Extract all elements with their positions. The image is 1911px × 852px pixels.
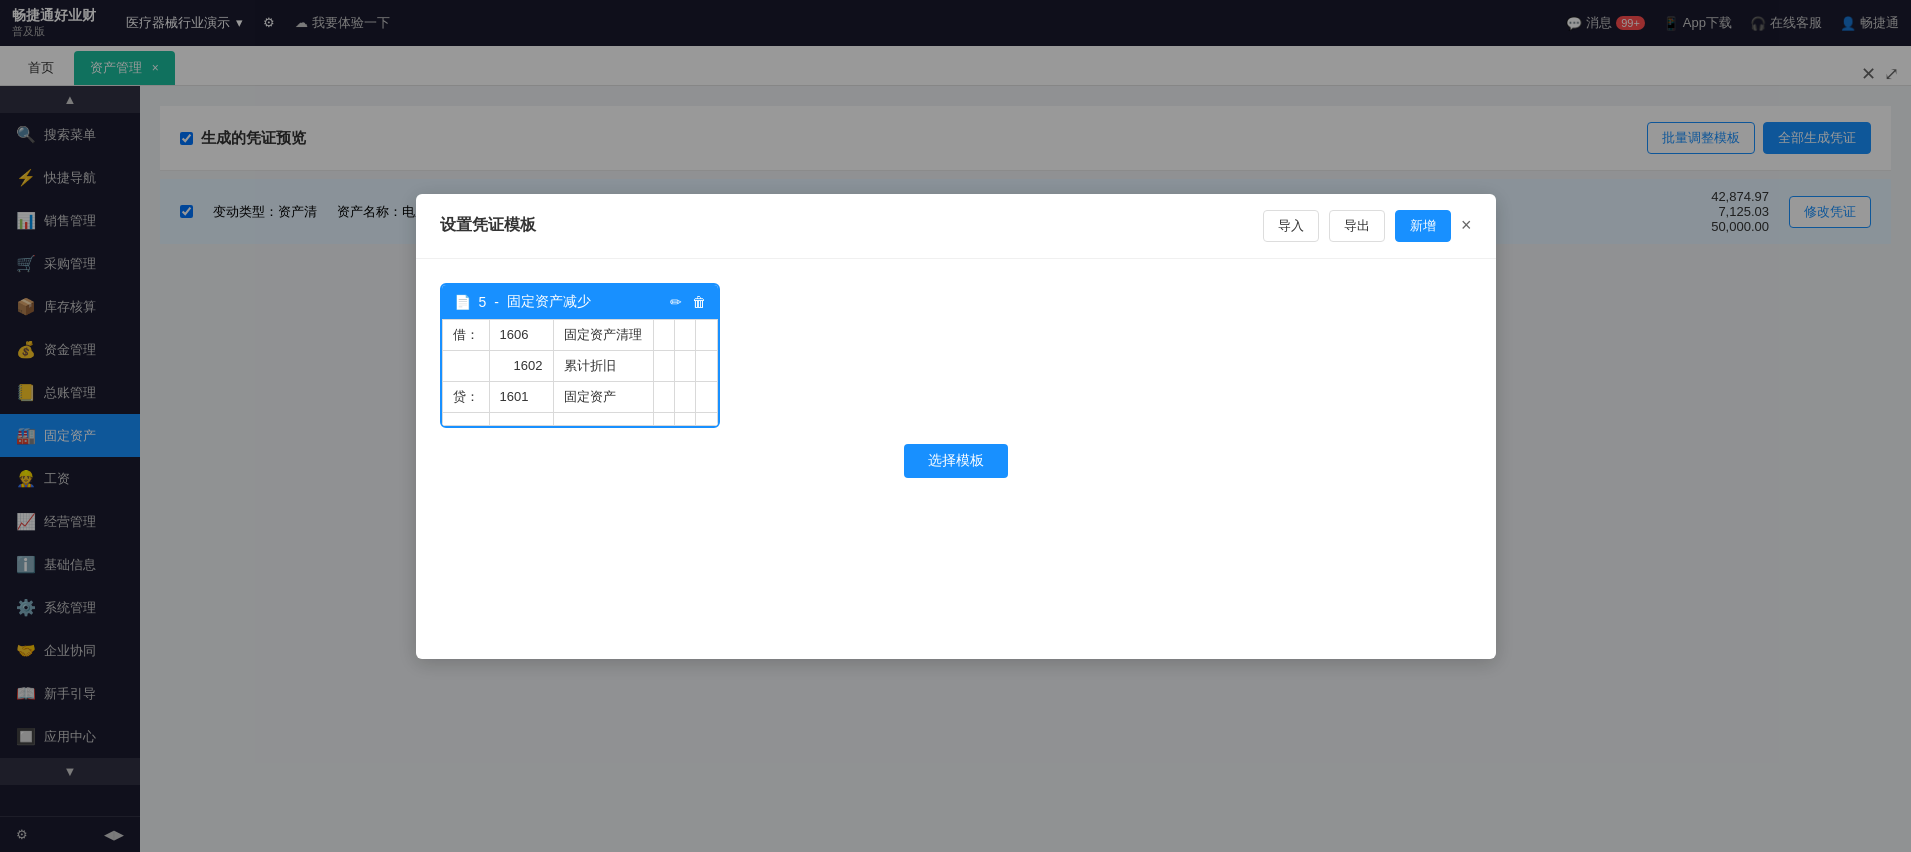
modal-title: 设置凭证模板 [440,215,536,236]
modal-header: 设置凭证模板 导入 导出 新增 × [416,194,1496,259]
template-row-1: 借： 1606 固定资产清理 [442,319,717,350]
export-btn[interactable]: 导出 [1329,210,1385,242]
template-row-3: 贷： 1601 固定资产 [442,381,717,412]
row4-empty4 [653,412,674,425]
template-card-header: 📄 5 - 固定资产减少 ✏ 🗑 [442,285,718,319]
select-template-btn[interactable]: 选择模板 [904,444,1008,478]
row2-empty2 [675,350,696,381]
row1-side: 借： [442,319,489,350]
edit-icon[interactable]: ✏ [670,294,682,310]
template-card: 📄 5 - 固定资产减少 ✏ 🗑 [440,283,720,428]
template-separator: - [494,294,499,310]
new-btn[interactable]: 新增 [1395,210,1451,242]
row3-empty2 [675,381,696,412]
row4-empty2 [489,412,554,425]
template-row-4 [442,412,717,425]
row4-empty1 [442,412,489,425]
row3-side: 贷： [442,381,489,412]
modal-body: 📄 5 - 固定资产减少 ✏ 🗑 [416,259,1496,659]
modal-backdrop: 设置凭证模板 导入 导出 新增 × [140,86,1911,852]
row1-code: 1606 [489,319,554,350]
import-btn[interactable]: 导入 [1263,210,1319,242]
main-layout: ▲ 🔍 搜索菜单 ⚡ 快捷导航 📊 销售管理 🛒 采购管理 📦 库存核算 💰 资… [0,86,1911,852]
row2-empty3 [696,350,717,381]
row3-empty1 [653,381,674,412]
row3-empty3 [696,381,717,412]
content-area: 生成的凭证预览 批量调整模板 全部生成凭证 变动类型：资产清 资产名称：电脑 固… [140,86,1911,852]
row2-side [442,350,489,381]
document-icon: 📄 [454,294,471,310]
template-card-body: 借： 1606 固定资产清理 160 [442,319,718,426]
row4-empty6 [696,412,717,425]
row1-empty2 [675,319,696,350]
modal-header-right: 导入 导出 新增 × [1263,210,1472,242]
template-card-header-actions: ✏ 🗑 [670,294,706,310]
template-table: 借： 1606 固定资产清理 160 [442,319,718,426]
template-id: 5 [479,294,487,310]
template-row-2: 1602 累计折旧 [442,350,717,381]
row3-account: 固定资产 [554,381,654,412]
row2-account: 累计折旧 [554,350,654,381]
row1-empty1 [653,319,674,350]
row1-empty3 [696,319,717,350]
row2-code: 1602 [489,350,554,381]
row4-empty3 [554,412,654,425]
template-card-header-left: 📄 5 - 固定资产减少 [454,293,591,311]
row4-empty5 [675,412,696,425]
template-name: 固定资产减少 [507,293,591,311]
modal-close-btn[interactable]: × [1461,215,1472,236]
row3-code: 1601 [489,381,554,412]
row2-empty1 [653,350,674,381]
delete-icon[interactable]: 🗑 [692,294,706,310]
modal-set-template: 设置凭证模板 导入 导出 新增 × [416,194,1496,659]
row1-account: 固定资产清理 [554,319,654,350]
modal-actions: 导入 导出 新增 [1263,210,1451,242]
